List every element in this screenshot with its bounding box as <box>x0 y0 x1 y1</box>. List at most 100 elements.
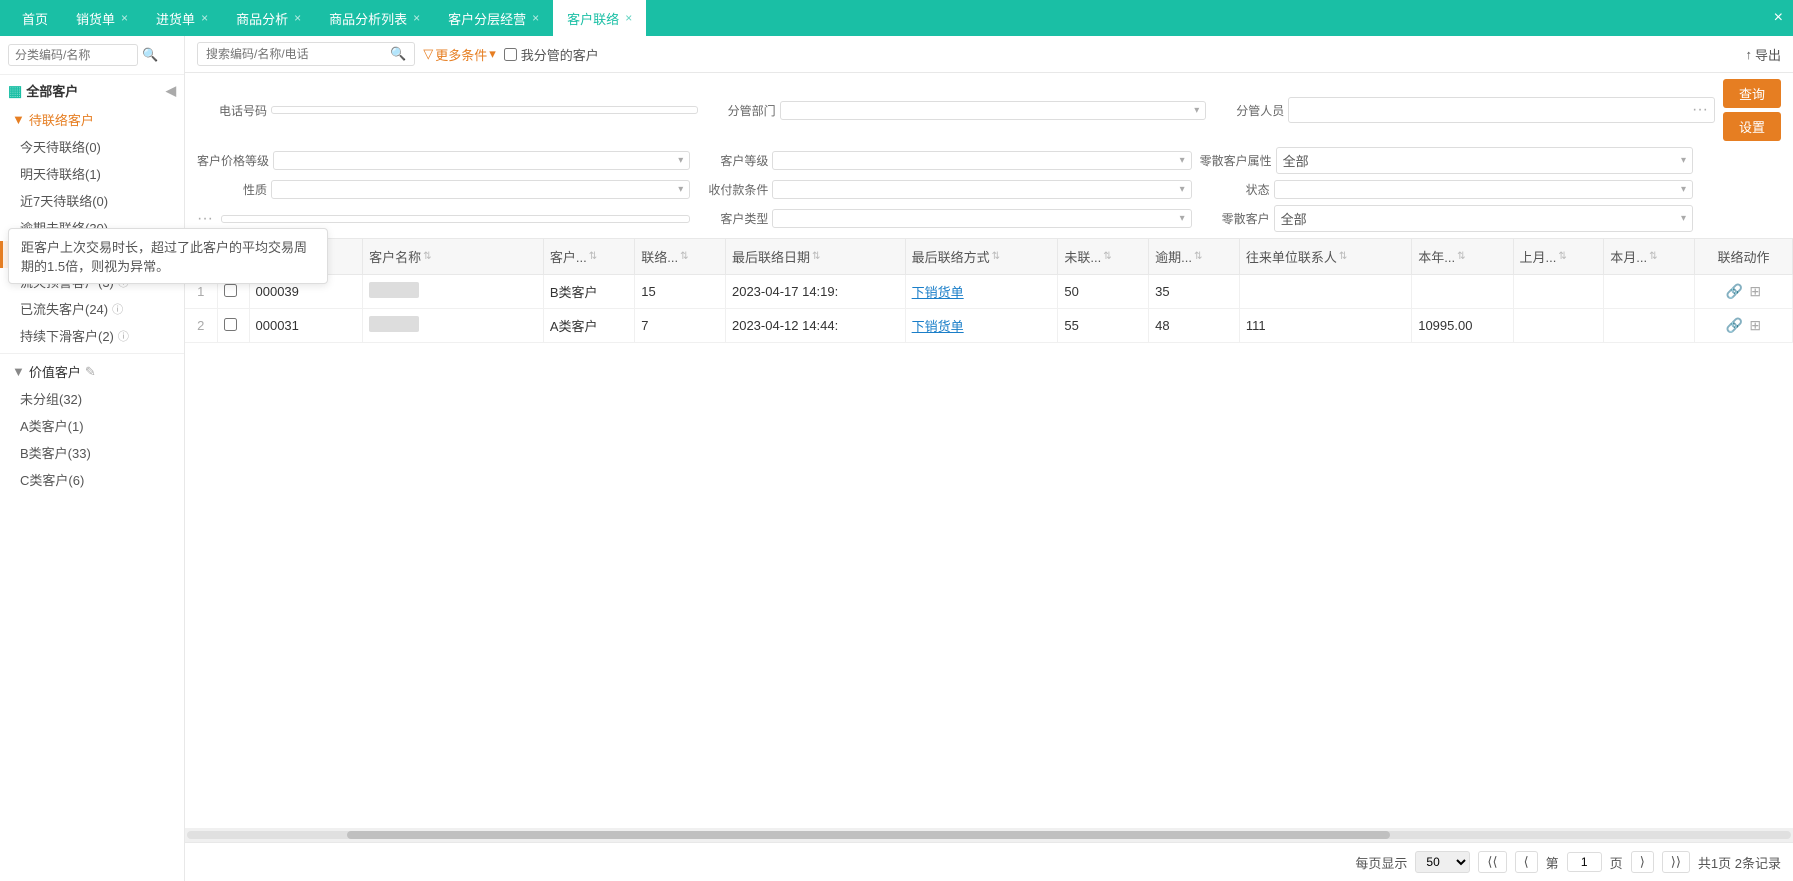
last-page-button[interactable]: ⟩⟩ <box>1662 851 1690 873</box>
col-header-current-month[interactable]: 本月... ⇅ <box>1604 239 1695 275</box>
retail-customers-select[interactable]: 全部 ▾ <box>1274 205 1693 232</box>
nav-product-analysis-list[interactable]: 商品分析列表 × <box>315 0 434 36</box>
sidebar: 🔍 ▦ 全部客户 ◀ ▼ 待联络客户 今天待联络(0) 明天待联络(1) 近7天… <box>0 36 185 881</box>
col-header-last-contact-date[interactable]: 最后联络日期 ⇅ <box>725 239 905 275</box>
horizontal-scrollbar[interactable] <box>185 828 1793 842</box>
close-product-analysis-tab[interactable]: × <box>294 11 301 25</box>
nav-sales[interactable]: 销货单 × <box>62 0 142 36</box>
data-table-wrapper[interactable]: ⚙ 客户编码 ⇅ 客户名称 <box>185 239 1793 828</box>
col-header-contact-count[interactable]: 联络... ⇅ <box>635 239 726 275</box>
retail-attr-select[interactable]: 全部 ▾ <box>1276 147 1693 174</box>
value-group-edit-icon[interactable]: ✎ <box>85 364 96 380</box>
nav-home[interactable]: 首页 <box>8 0 62 36</box>
price-level-select[interactable]: ▾ <box>273 151 690 170</box>
close-purchase-tab[interactable]: × <box>201 11 208 25</box>
declining-item[interactable]: 持续下滑客户(2) ⓘ <box>0 322 184 349</box>
status-caret-icon: ▾ <box>1681 184 1686 195</box>
row2-link-icon[interactable]: 🔗 <box>1726 317 1743 334</box>
scrollbar-track[interactable] <box>187 831 1791 839</box>
dept-select[interactable]: ▾ <box>780 101 1207 120</box>
nav-purchase[interactable]: 进货单 × <box>142 0 222 36</box>
close-contact-tab[interactable]: × <box>625 11 632 25</box>
dots-input[interactable] <box>221 215 690 223</box>
row2-checkbox[interactable] <box>217 309 249 343</box>
col-header-overdue[interactable]: 逾期... ⇅ <box>1149 239 1240 275</box>
sidebar-search-button[interactable]: 🔍 <box>142 47 158 63</box>
name-sort-icon: ⇅ <box>423 251 431 262</box>
row2-name-masked <box>369 316 419 332</box>
tomorrow-pending-item[interactable]: 明天待联络(1) <box>0 160 184 187</box>
customer-level-select[interactable]: ▾ <box>772 151 1191 170</box>
row1-link-icon[interactable]: 🔗 <box>1726 283 1743 300</box>
current-page-input[interactable] <box>1567 852 1602 872</box>
status-label: 状态 <box>1200 181 1270 198</box>
settings-button[interactable]: 设置 <box>1723 112 1781 141</box>
class-a-item[interactable]: A类客户(1) <box>0 412 184 439</box>
sidebar-search-input[interactable] <box>8 44 138 66</box>
scrollbar-thumb[interactable] <box>347 831 1390 839</box>
nature-select[interactable]: ▾ <box>271 180 690 199</box>
row2-grid-icon[interactable]: ⊞ <box>1749 317 1761 334</box>
week-pending-item[interactable]: 近7天待联络(0) <box>0 187 184 214</box>
nav-customer-contact[interactable]: 客户联络 × <box>553 0 646 36</box>
nav-customer-stratification[interactable]: 客户分层经营 × <box>434 0 553 36</box>
class-c-item[interactable]: C类客户(6) <box>0 466 184 493</box>
already-lost-item[interactable]: 已流失客户(24) ⓘ <box>0 295 184 322</box>
row2-contact-count: 7 <box>635 309 726 343</box>
col-header-uncontacted[interactable]: 未联... ⇅ <box>1058 239 1149 275</box>
filter-bar: 🔍 ▽ 更多条件 ▾ 我分管的客户 ↑ 导出 <box>185 36 1793 73</box>
nav-product-analysis[interactable]: 商品分析 × <box>222 0 315 36</box>
today-pending-item[interactable]: 今天待联络(0) <box>0 133 184 160</box>
prev-page-button[interactable]: ⟨ <box>1515 851 1538 873</box>
col-header-type[interactable]: 客户... ⇅ <box>543 239 634 275</box>
search-input[interactable] <box>206 47 386 61</box>
per-page-select[interactable]: 50 20 100 <box>1415 851 1470 873</box>
status-select[interactable]: ▾ <box>1274 180 1693 199</box>
col-header-company-contacts[interactable]: 往来单位联系人 ⇅ <box>1239 239 1411 275</box>
last-month-sort-icon: ⇅ <box>1558 251 1566 262</box>
col-header-name[interactable]: 客户名称 ⇅ <box>363 239 544 275</box>
phone-label: 电话号码 <box>197 102 267 119</box>
row1-action-icons: 🔗 ⊞ <box>1701 283 1786 300</box>
row2-select-checkbox[interactable] <box>224 318 237 331</box>
payment-select[interactable]: ▾ <box>772 180 1191 199</box>
close-sales-tab[interactable]: × <box>121 11 128 25</box>
export-button[interactable]: ↑ 导出 <box>1745 45 1781 64</box>
filter-cell-retail-customers: 零散客户 全部 ▾ <box>1200 205 1693 232</box>
table-footer: 每页显示 50 20 100 ⟨⟨ ⟨ 第 页 ⟩ ⟩⟩ 共1页 2条记录 <box>185 842 1793 881</box>
my-customers-checkbox[interactable] <box>504 48 517 61</box>
query-button[interactable]: 查询 <box>1723 79 1781 108</box>
row1-select-checkbox[interactable] <box>224 284 237 297</box>
total-label: 共1页 2条记录 <box>1698 853 1781 872</box>
value-customers-group[interactable]: ▼ 价值客户 ✎ <box>0 358 184 385</box>
price-level-label: 客户价格等级 <box>197 152 269 169</box>
row2-method-link[interactable]: 下销货单 <box>912 319 964 334</box>
row2-current-year: 10995.00 <box>1412 309 1513 343</box>
next-page-button[interactable]: ⟩ <box>1631 851 1654 873</box>
top-navigation: 首页 销货单 × 进货单 × 商品分析 × 商品分析列表 × 客户分层经营 × … <box>0 0 1793 36</box>
customer-type-select[interactable]: ▾ <box>772 209 1191 228</box>
window-close-button[interactable]: × <box>1774 9 1783 27</box>
manager-dots-icon[interactable]: ··· <box>1692 101 1708 119</box>
phone-input[interactable] <box>271 106 698 114</box>
close-product-list-tab[interactable]: × <box>413 11 420 25</box>
my-customers-checkbox-area[interactable]: 我分管的客户 <box>504 45 599 64</box>
pending-contact-group[interactable]: ▼ 待联络客户 <box>0 106 184 133</box>
row2-action-icons: 🔗 ⊞ <box>1701 317 1786 334</box>
first-page-button[interactable]: ⟨⟨ <box>1478 851 1506 873</box>
search-box: 🔍 <box>197 42 415 66</box>
retail-customers-caret-icon: ▾ <box>1681 213 1686 224</box>
sidebar-collapse-button[interactable]: ◀ <box>166 83 176 99</box>
row1-method-link[interactable]: 下销货单 <box>912 285 964 300</box>
more-conditions-button[interactable]: ▽ 更多条件 ▾ <box>423 45 496 64</box>
page-word-before: 第 <box>1546 853 1559 872</box>
col-header-last-month[interactable]: 上月... ⇅ <box>1513 239 1604 275</box>
class-b-item[interactable]: B类客户(33) <box>0 439 184 466</box>
col-header-current-year[interactable]: 本年... ⇅ <box>1412 239 1513 275</box>
manager-input[interactable]: ··· <box>1288 97 1715 123</box>
close-stratification-tab[interactable]: × <box>532 11 539 25</box>
row4-dots-icon[interactable]: ··· <box>197 210 213 228</box>
row1-grid-icon[interactable]: ⊞ <box>1749 283 1761 300</box>
unclassified-item[interactable]: 未分组(32) <box>0 385 184 412</box>
col-header-last-contact-method[interactable]: 最后联络方式 ⇅ <box>905 239 1058 275</box>
